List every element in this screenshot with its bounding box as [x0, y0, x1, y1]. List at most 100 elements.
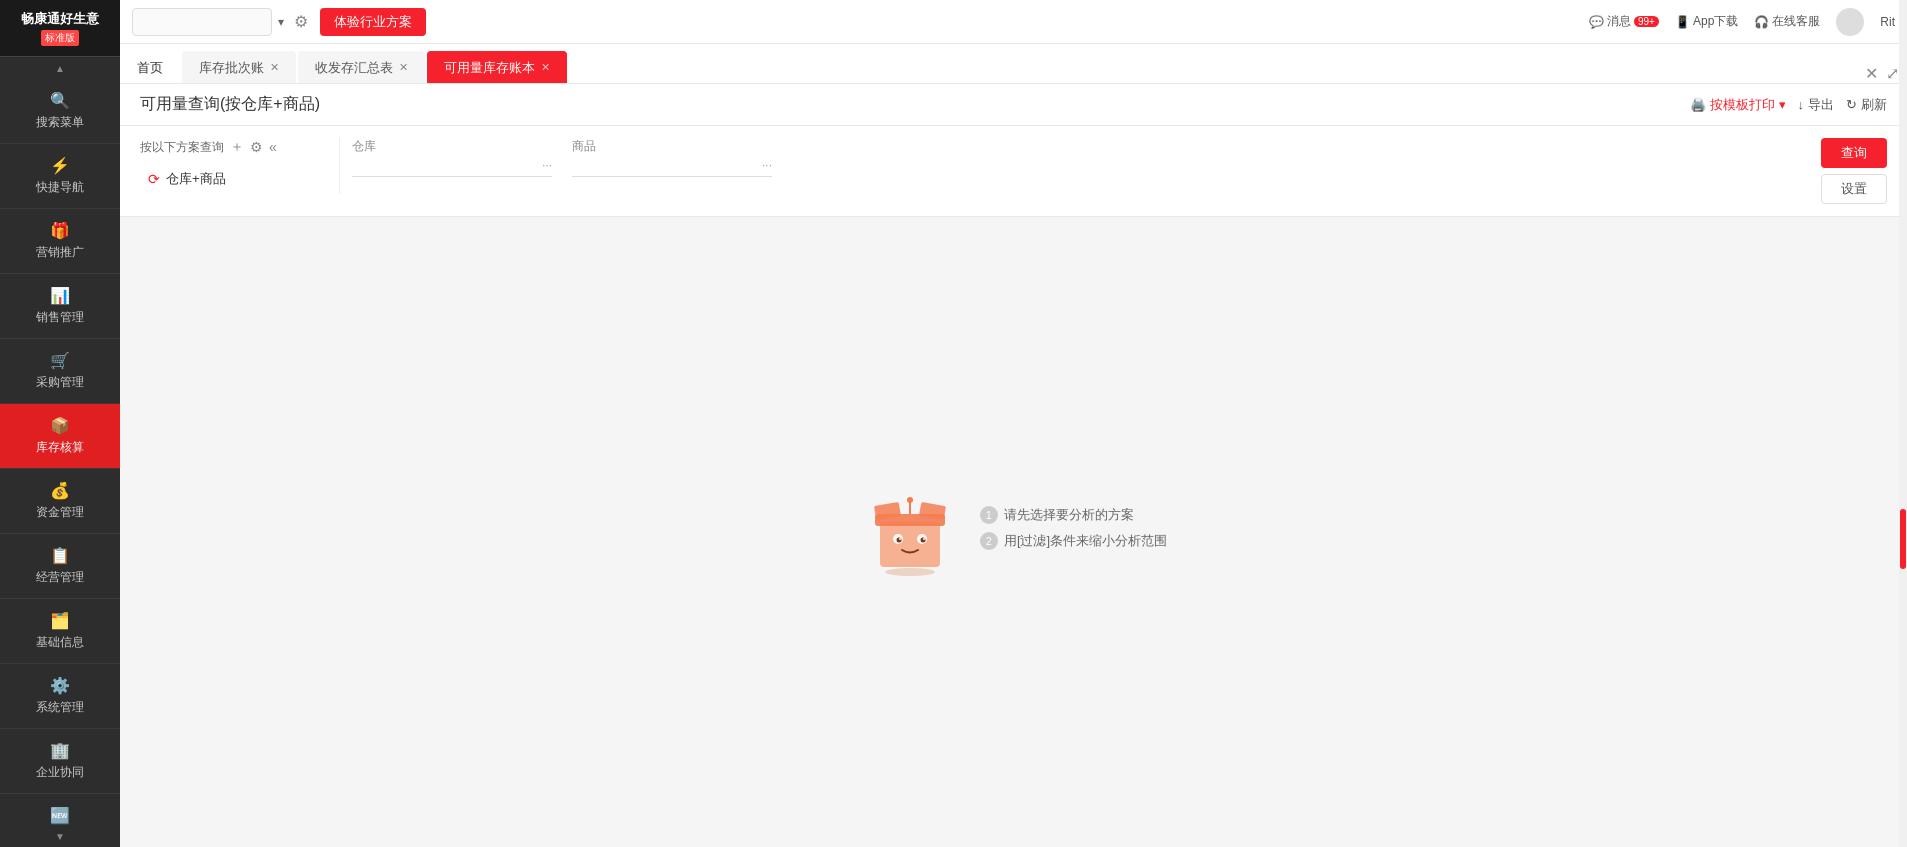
tab-label-collect-summary: 收发存汇总表	[315, 59, 393, 77]
topbar: ▾ ⚙ 体验行业方案 💬 消息 99+ 📱 App下载 🎧 在线客服 Rit	[120, 0, 1907, 44]
sidebar-item-sales[interactable]: 📊 销售管理	[0, 274, 120, 339]
sidebar-icon-search: 🔍	[50, 91, 70, 110]
template-print-dropdown[interactable]: ▾	[1779, 97, 1786, 112]
warehouse-input[interactable]	[352, 157, 536, 172]
topbar-right: 💬 消息 99+ 📱 App下载 🎧 在线客服 Rit	[1589, 8, 1895, 36]
sidebar-label-operations: 经营管理	[36, 569, 84, 586]
scrollbar-thumb[interactable]	[1900, 509, 1906, 569]
template-print-btn[interactable]: 🖨️ 按模板打印 ▾	[1690, 96, 1786, 114]
warehouse-label: 仓库	[352, 138, 552, 155]
sidebar-item-marketing[interactable]: 🎁 营销推广	[0, 209, 120, 274]
right-scrollbar[interactable]	[1899, 0, 1907, 847]
sidebar-label-inventory: 库存核算	[36, 439, 84, 456]
sidebar-item-quick-nav[interactable]: ⚡ 快捷导航	[0, 144, 120, 209]
tab-batch-account[interactable]: 库存批次账 ✕	[182, 51, 296, 83]
app-download[interactable]: 📱 App下载	[1675, 13, 1738, 30]
sidebar-item-inventory[interactable]: 📦 库存核算	[0, 404, 120, 469]
add-scheme-btn[interactable]: ＋	[230, 138, 244, 156]
sidebar: 畅康通好生意 标准版 ▲ 🔍 搜索菜单 ⚡ 快捷导航 🎁 营销推广 📊 销售管理…	[0, 0, 120, 847]
query-btn[interactable]: 查询	[1821, 138, 1887, 168]
user-avatar[interactable]	[1836, 8, 1864, 36]
collapse-scheme-btn[interactable]: «	[269, 139, 277, 155]
sidebar-label-quick-nav: 快捷导航	[36, 179, 84, 196]
tabbar: 首页库存批次账✕收发存汇总表✕可用量库存账本✕ ✕ ⤢	[120, 44, 1907, 84]
template-print-label: 按模板打印	[1710, 96, 1775, 114]
sidebar-label-enterprise: 企业协同	[36, 764, 84, 781]
refresh-label: 刷新	[1861, 96, 1887, 114]
close-tab-icon[interactable]: ✕	[1865, 64, 1878, 83]
app-download-label: App下载	[1693, 13, 1738, 30]
setting-btn[interactable]: 设置	[1821, 174, 1887, 204]
user-name: Rit	[1880, 15, 1895, 29]
sidebar-scroll-down[interactable]: ▼	[0, 825, 120, 847]
settings-scheme-btn[interactable]: ⚙	[250, 139, 263, 155]
sidebar-icon-enterprise: 🏢	[50, 741, 70, 760]
export-btn[interactable]: ↓ 导出	[1798, 96, 1835, 114]
template-print-icon: 🖨️	[1690, 97, 1706, 112]
page-title: 可用量查询(按仓库+商品)	[140, 94, 320, 115]
topbar-dropdown[interactable]: ▾	[278, 15, 284, 29]
svg-point-8	[899, 538, 901, 540]
sidebar-label-sales: 销售管理	[36, 309, 84, 326]
industry-btn[interactable]: 体验行业方案	[320, 8, 426, 36]
tab-close-batch-account[interactable]: ✕	[270, 61, 279, 74]
tab-label-batch-account: 库存批次账	[199, 59, 264, 77]
sidebar-item-purchase[interactable]: 🛒 采购管理	[0, 339, 120, 404]
svg-point-9	[923, 538, 925, 540]
svg-point-7	[920, 538, 925, 543]
empty-hint-2: 2 用[过滤]条件来缩小分析范围	[980, 532, 1167, 550]
page-content: 可用量查询(按仓库+商品) 🖨️ 按模板打印 ▾ ↓ 导出 ↻ 刷新	[120, 84, 1907, 847]
sidebar-item-operations[interactable]: 📋 经营管理	[0, 534, 120, 599]
empty-state-illustration	[860, 482, 960, 582]
sidebar-scroll-up[interactable]: ▲	[0, 57, 120, 79]
product-input[interactable]	[572, 157, 756, 172]
sidebar-label-search: 搜索菜单	[36, 114, 84, 131]
sidebar-icon-sales: 📊	[50, 286, 70, 305]
warehouse-more-btn[interactable]: ···	[542, 158, 552, 172]
svg-point-11	[907, 497, 913, 503]
export-label: 导出	[1808, 96, 1834, 114]
tab-close-collect-summary[interactable]: ✕	[399, 61, 408, 74]
scheme-icon: ⟳	[148, 171, 160, 187]
product-field: 商品 ···	[572, 138, 772, 177]
sidebar-item-new-guide[interactable]: 🆕 新手引导	[0, 794, 120, 825]
topbar-search-input[interactable]	[132, 8, 272, 36]
tab-close-available-qty[interactable]: ✕	[541, 61, 550, 74]
sidebar-item-search[interactable]: 🔍 搜索菜单	[0, 79, 120, 144]
warehouse-field: 仓库 ···	[352, 138, 552, 177]
warehouse-input-wrapper: ···	[352, 157, 552, 177]
sidebar-icon-inventory: 📦	[50, 416, 70, 435]
refresh-btn[interactable]: ↻ 刷新	[1846, 96, 1887, 114]
svg-point-12	[885, 568, 935, 576]
filter-area: 按以下方案查询 ＋ ⚙ « ⟳ 仓库+商品 仓库 ···	[120, 126, 1907, 217]
topbar-search-area: ▾ ⚙	[132, 8, 308, 36]
topbar-gear-icon[interactable]: ⚙	[294, 12, 308, 31]
filter-scheme-label: 按以下方案查询	[140, 139, 224, 156]
tab-home[interactable]: 首页	[120, 51, 180, 83]
sidebar-item-finance[interactable]: 💰 资金管理	[0, 469, 120, 534]
sidebar-icon-base-info: 🗂️	[50, 611, 70, 630]
app-logo: 畅康通好生意 标准版	[0, 0, 120, 57]
sidebar-item-system[interactable]: ⚙️ 系统管理	[0, 664, 120, 729]
page-header: 可用量查询(按仓库+商品) 🖨️ 按模板打印 ▾ ↓ 导出 ↻ 刷新	[120, 84, 1907, 126]
refresh-icon: ↻	[1846, 97, 1857, 112]
filter-scheme-panel: 按以下方案查询 ＋ ⚙ « ⟳ 仓库+商品	[140, 138, 340, 194]
tab-collect-summary[interactable]: 收发存汇总表 ✕	[298, 51, 425, 83]
sidebar-item-base-info[interactable]: 🗂️ 基础信息	[0, 599, 120, 664]
expand-icon[interactable]: ⤢	[1886, 64, 1899, 83]
svg-point-6	[896, 538, 901, 543]
sidebar-label-system: 系统管理	[36, 699, 84, 716]
product-more-btn[interactable]: ···	[762, 158, 772, 172]
empty-state: 1 请先选择要分析的方案 2 用[过滤]条件来缩小分析范围	[120, 217, 1907, 847]
scheme-warehouse-product[interactable]: ⟳ 仓库+商品	[140, 164, 327, 194]
sidebar-icon-purchase: 🛒	[50, 351, 70, 370]
online-service-label: 在线客服	[1772, 13, 1820, 30]
notification[interactable]: 💬 消息 99+	[1589, 13, 1659, 30]
online-service[interactable]: 🎧 在线客服	[1754, 13, 1820, 30]
online-service-icon: 🎧	[1754, 15, 1769, 29]
tab-available-qty[interactable]: 可用量库存账本✕	[427, 51, 567, 83]
sidebar-items: 🔍 搜索菜单 ⚡ 快捷导航 🎁 营销推广 📊 销售管理 🛒 采购管理 📦 库存核…	[0, 79, 120, 825]
sidebar-label-marketing: 营销推广	[36, 244, 84, 261]
sidebar-item-enterprise[interactable]: 🏢 企业协同	[0, 729, 120, 794]
sidebar-label-finance: 资金管理	[36, 504, 84, 521]
